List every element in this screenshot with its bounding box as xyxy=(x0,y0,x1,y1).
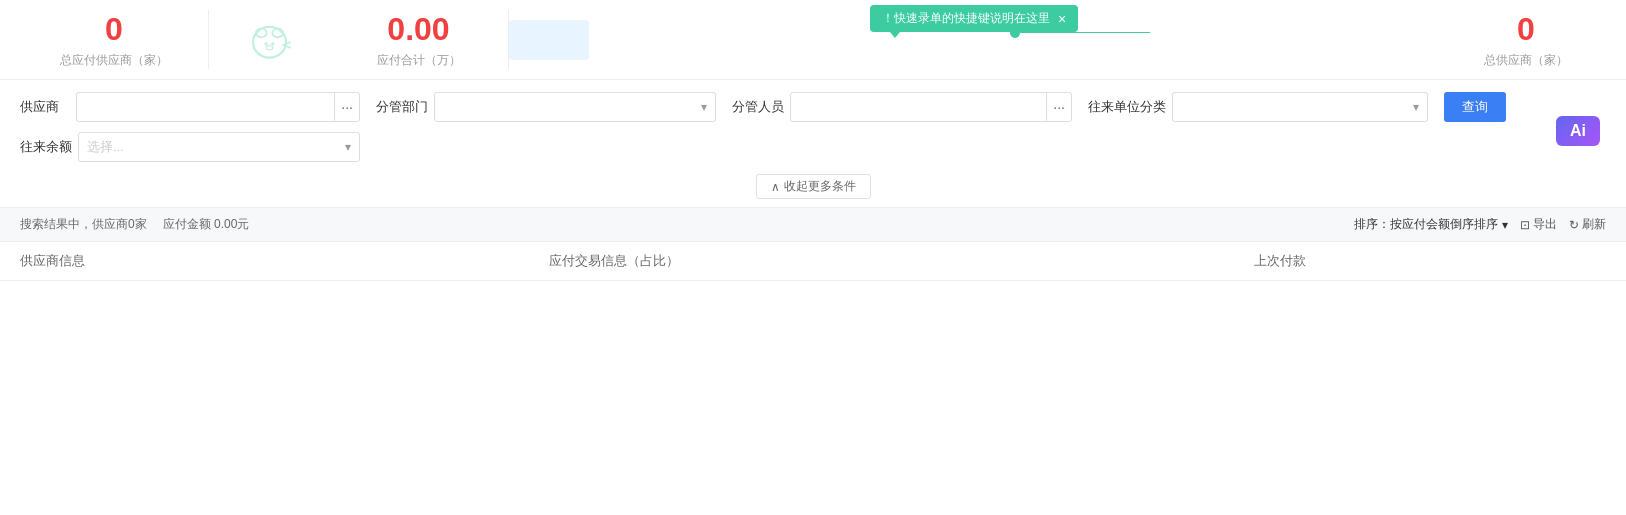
refresh-icon: ↻ xyxy=(1569,218,1579,232)
svg-point-5 xyxy=(266,46,273,50)
collapse-button[interactable]: ∧ 收起更多条件 xyxy=(756,174,871,199)
col-last-payment: 上次付款 xyxy=(1254,252,1606,270)
query-button[interactable]: 查询 xyxy=(1444,92,1506,122)
filter-row-2: 往来余额 选择... ▾ xyxy=(20,132,1606,162)
collapse-bar: ∧ 收起更多条件 xyxy=(20,170,1606,207)
person-dots-btn[interactable]: ··· xyxy=(1046,93,1071,121)
person-input[interactable] xyxy=(791,95,1046,120)
export-label: 导出 xyxy=(1533,216,1557,233)
refresh-label: 刷新 xyxy=(1582,216,1606,233)
supplier-dots-btn[interactable]: ··· xyxy=(334,93,359,121)
collapse-up-icon: ∧ xyxy=(771,180,780,194)
balance-select[interactable]: 选择... ▾ xyxy=(78,132,360,162)
result-bar: 搜索结果中，供应商0家 应付金额 0.00元 排序：按应付会额倒序排序 ▾ ⊡ … xyxy=(0,208,1626,242)
supplier-count: 0 xyxy=(1517,10,1535,48)
refresh-button[interactable]: ↻ 刷新 xyxy=(1569,216,1606,233)
tooltip-close-icon[interactable]: × xyxy=(1058,12,1066,26)
summary-item-payable: 0 总应付供应商（家） xyxy=(20,10,209,69)
col-transaction-info: 应付交易信息（占比） xyxy=(549,252,1254,270)
result-actions: 排序：按应付会额倒序排序 ▾ ⊡ 导出 ↻ 刷新 xyxy=(1354,216,1606,233)
summary-bar: 0 总应付供应商（家） 0.00 应付合计（万） ！快速录单的快捷键说明在这里 … xyxy=(0,0,1626,80)
tooltip-text: ！快速录单的快捷键说明在这里 xyxy=(882,10,1050,27)
person-filter-label: 分管人员 xyxy=(732,98,784,116)
supplier-label: 总供应商（家） xyxy=(1484,52,1568,69)
ai-button[interactable]: Ai xyxy=(1556,116,1600,146)
sort-label: 排序：按应付会额倒序排序 xyxy=(1354,216,1498,233)
filter-section: 供应商 ··· 分管部门 ▾ 分管人员 ··· 往来单位分类 xyxy=(0,80,1626,208)
total-amount: 0.00 xyxy=(387,10,449,48)
filter-row-1: 供应商 ··· 分管部门 ▾ 分管人员 ··· 往来单位分类 xyxy=(20,92,1606,122)
supplier-input-wrapper[interactable]: ··· xyxy=(76,92,360,122)
filter-dept: 分管部门 ▾ xyxy=(376,92,716,122)
pig-icon xyxy=(239,10,299,70)
icon-block xyxy=(509,20,589,60)
table-header: 供应商信息 应付交易信息（占比） 上次付款 xyxy=(0,242,1626,281)
result-supplier-count: 搜索结果中，供应商0家 xyxy=(20,216,147,233)
tooltip-line xyxy=(1020,32,1150,33)
payable-count: 0 xyxy=(105,10,123,48)
sort-select[interactable]: 排序：按应付会额倒序排序 ▾ xyxy=(1354,216,1508,233)
payable-label: 总应付供应商（家） xyxy=(60,52,168,69)
col-supplier-info: 供应商信息 xyxy=(20,252,549,270)
dept-select[interactable]: ▾ xyxy=(434,92,716,122)
summary-item-supplier: 0 总供应商（家） xyxy=(1426,10,1606,69)
filter-category: 往来单位分类 ▾ xyxy=(1088,92,1428,122)
result-amount: 应付金额 0.00元 xyxy=(163,216,250,233)
category-select[interactable]: ▾ xyxy=(1172,92,1428,122)
filter-supplier: 供应商 ··· xyxy=(20,92,360,122)
balance-select-placeholder: 选择... xyxy=(87,138,124,156)
category-filter-label: 往来单位分类 xyxy=(1088,98,1166,116)
dept-filter-label: 分管部门 xyxy=(376,98,428,116)
supplier-filter-label: 供应商 xyxy=(20,98,70,116)
person-input-wrapper[interactable]: ··· xyxy=(790,92,1072,122)
balance-filter-label: 往来余额 xyxy=(20,138,72,156)
filter-person: 分管人员 ··· xyxy=(732,92,1072,122)
svg-point-4 xyxy=(271,42,274,45)
summary-item-total: 0.00 应付合计（万） xyxy=(329,10,509,69)
category-chevron-icon: ▾ xyxy=(1413,100,1419,114)
result-info: 搜索结果中，供应商0家 应付金额 0.00元 xyxy=(20,216,249,233)
dept-chevron-icon: ▾ xyxy=(701,100,707,114)
balance-chevron-icon: ▾ xyxy=(345,140,351,154)
export-button[interactable]: ⊡ 导出 xyxy=(1520,216,1557,233)
export-icon: ⊡ xyxy=(1520,218,1530,232)
table-body xyxy=(0,281,1626,515)
tooltip-bubble: ！快速录单的快捷键说明在这里 × xyxy=(870,5,1078,32)
svg-point-0 xyxy=(253,27,286,58)
supplier-input[interactable] xyxy=(77,95,334,120)
filter-balance: 往来余额 选择... ▾ xyxy=(20,132,360,162)
total-label: 应付合计（万） xyxy=(377,52,461,69)
svg-point-3 xyxy=(264,42,267,45)
collapse-label: 收起更多条件 xyxy=(784,178,856,195)
sort-chevron-icon: ▾ xyxy=(1502,218,1508,232)
